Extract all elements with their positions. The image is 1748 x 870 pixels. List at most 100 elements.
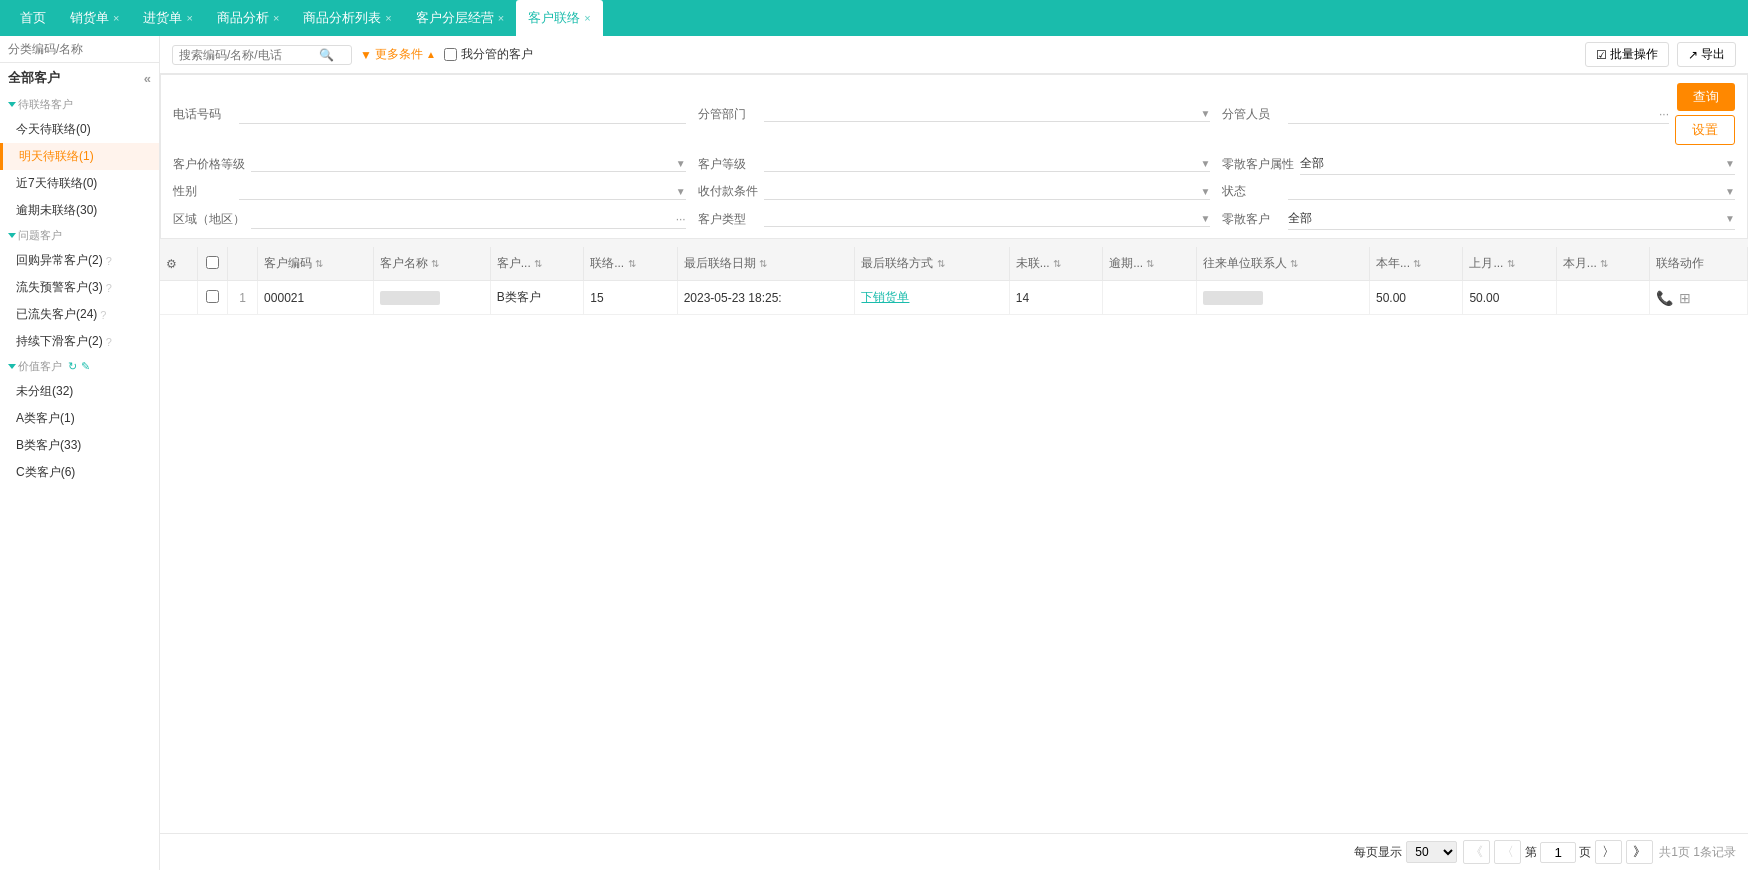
sidebar-problem-section: 问题客户 xyxy=(0,224,159,247)
sidebar-value-section: 价值客户 ↻ ✎ xyxy=(0,355,159,378)
next-page-btn[interactable]: 〉 xyxy=(1595,840,1622,864)
nav-customer-contact[interactable]: 客户联络 × xyxy=(516,0,602,36)
col-last-month[interactable]: 上月... ⇅ xyxy=(1463,247,1556,281)
sidebar-item-lost[interactable]: 流失预警客户(3) ? xyxy=(0,274,159,301)
sidebar-item-today[interactable]: 今天待联络(0) xyxy=(0,116,159,143)
sidebar-item-overdue[interactable]: 逾期未联络(30) xyxy=(0,197,159,224)
phone-input[interactable] xyxy=(239,105,686,124)
my-customers-checkbox-wrap[interactable]: 我分管的客户 xyxy=(444,46,533,63)
nav-close-customer-contact[interactable]: × xyxy=(584,0,590,36)
last-method-sort-icon: ⇅ xyxy=(937,258,945,269)
row-last-month-cell: 50.00 xyxy=(1463,281,1556,315)
nav-customer-segment[interactable]: 客户分层经营 × xyxy=(404,0,516,36)
per-page-select[interactable]: 50 100 200 xyxy=(1406,841,1457,863)
lost-actual-help-icon[interactable]: ? xyxy=(100,309,106,321)
sidebar-item-repurchase[interactable]: 回购异常客户(2) ? xyxy=(0,247,159,274)
col-last-method[interactable]: 最后联络方式 ⇅ xyxy=(855,247,1009,281)
prev-page-btn[interactable]: 〈 xyxy=(1494,840,1521,864)
sidebar-item-week[interactable]: 近7天待联络(0) xyxy=(0,170,159,197)
col-settings-icon[interactable]: ⚙ xyxy=(166,257,177,271)
col-this-year[interactable]: 本年... ⇅ xyxy=(1369,247,1462,281)
lost-help-icon[interactable]: ? xyxy=(106,282,112,294)
phone-action-icon[interactable]: 📞 xyxy=(1656,290,1673,306)
grid-action-icon[interactable]: ⊞ xyxy=(1679,290,1691,306)
col-contacts[interactable]: 往来单位联系人 ⇅ xyxy=(1196,247,1369,281)
last-method-link[interactable]: 下销货单 xyxy=(861,290,909,304)
data-table-wrap: ⚙ 客户编码 ⇅ 客户名称 ⇅ xyxy=(160,247,1748,833)
row-checkbox-cell[interactable] xyxy=(198,281,228,315)
price-level-select[interactable]: ▼ xyxy=(251,156,686,172)
nav-close-customer-segment[interactable]: × xyxy=(498,0,504,36)
query-button[interactable]: 查询 xyxy=(1677,83,1735,111)
main-search-input[interactable] xyxy=(179,48,319,62)
page-num-input[interactable] xyxy=(1540,842,1576,863)
retail-customer-select[interactable]: 全部 ▼ xyxy=(1288,208,1735,230)
customer-level-select[interactable]: ▼ xyxy=(764,156,1211,172)
person-dots-icon: ··· xyxy=(1659,107,1669,121)
sidebar-search-input[interactable] xyxy=(8,42,158,56)
first-page-btn[interactable]: 《 xyxy=(1463,840,1490,864)
sidebar-item-declining[interactable]: 持续下滑客户(2) ? xyxy=(0,328,159,355)
nav-goods-list[interactable]: 商品分析列表 × xyxy=(291,0,403,36)
row-checkbox[interactable] xyxy=(206,290,219,303)
row-type-cell: B类客户 xyxy=(490,281,583,315)
nav-close-goods-list[interactable]: × xyxy=(385,0,391,36)
sidebar-item-b-class[interactable]: B类客户(33) xyxy=(0,432,159,459)
nav-close-sales[interactable]: × xyxy=(113,0,119,36)
export-button[interactable]: ↗ 导出 xyxy=(1677,42,1736,67)
col-uncontacted[interactable]: 未联... ⇅ xyxy=(1009,247,1102,281)
select-all-checkbox[interactable] xyxy=(206,256,219,269)
retail-customer-arrow-icon: ▼ xyxy=(1725,213,1735,224)
row-name-cell xyxy=(373,281,490,315)
sidebar-item-c-class[interactable]: C类客户(6) xyxy=(0,459,159,486)
sidebar-collapse-icon: « xyxy=(144,71,151,86)
col-this-month[interactable]: 本月... ⇅ xyxy=(1556,247,1649,281)
col-name[interactable]: 客户名称 ⇅ xyxy=(373,247,490,281)
sidebar-item-tomorrow[interactable]: 明天待联络(1) xyxy=(0,143,159,170)
col-type[interactable]: 客户... ⇅ xyxy=(490,247,583,281)
person-select[interactable]: ··· xyxy=(1288,105,1669,124)
my-customers-checkbox[interactable] xyxy=(444,48,457,61)
last-page-btn[interactable]: 》 xyxy=(1626,840,1653,864)
sidebar-item-lost-actual[interactable]: 已流失客户(24) ? xyxy=(0,301,159,328)
total-info: 共1页 1条记录 xyxy=(1659,844,1736,861)
value-edit-icon[interactable]: ✎ xyxy=(81,360,90,373)
customer-type-select[interactable]: ▼ xyxy=(764,211,1211,227)
col-checkbox[interactable] xyxy=(198,247,228,281)
setting-button[interactable]: 设置 xyxy=(1675,115,1735,145)
nav-close-purchase[interactable]: × xyxy=(186,0,192,36)
filter-bar: 🔍 ▼ 更多条件 ▲ 我分管的客户 ☑ 批量操作 ↗ 导出 xyxy=(160,36,1748,74)
status-arrow-icon: ▼ xyxy=(1725,186,1735,197)
per-page-wrap: 每页显示 50 100 200 xyxy=(1354,841,1457,863)
col-settings[interactable]: ⚙ xyxy=(160,247,198,281)
payment-select[interactable]: ▼ xyxy=(764,184,1211,200)
payment-arrow-icon: ▼ xyxy=(1200,186,1210,197)
main-search-icon[interactable]: 🔍 xyxy=(319,48,334,62)
col-overdue[interactable]: 逾期... ⇅ xyxy=(1103,247,1196,281)
nav-sales[interactable]: 销货单 × xyxy=(58,0,131,36)
retail-attr-select[interactable]: 全部 ▼ xyxy=(1300,153,1735,175)
col-code[interactable]: 客户编码 ⇅ xyxy=(258,247,374,281)
nav-home[interactable]: 首页 xyxy=(8,0,58,36)
col-last-date[interactable]: 最后联络日期 ⇅ xyxy=(677,247,855,281)
declining-help-icon[interactable]: ? xyxy=(106,336,112,348)
value-refresh-icon[interactable]: ↻ xyxy=(68,360,77,373)
dept-select[interactable]: ▼ xyxy=(764,106,1211,122)
filter-icon: ▼ xyxy=(360,48,372,62)
nav-purchase[interactable]: 进货单 × xyxy=(131,0,204,36)
sidebar-item-ungrouped[interactable]: 未分组(32) xyxy=(0,378,159,405)
batch-op-button[interactable]: ☑ 批量操作 xyxy=(1585,42,1669,67)
gender-select[interactable]: ▼ xyxy=(239,184,686,200)
uncontacted-sort-icon: ⇅ xyxy=(1053,258,1061,269)
col-contact[interactable]: 联络... ⇅ xyxy=(584,247,677,281)
more-conditions-btn[interactable]: ▼ 更多条件 ▲ xyxy=(360,46,436,63)
sidebar-item-a-class[interactable]: A类客户(1) xyxy=(0,405,159,432)
nav-goods-analysis[interactable]: 商品分析 × xyxy=(205,0,291,36)
nav-close-goods-analysis[interactable]: × xyxy=(273,0,279,36)
filter-row-price-level: 客户价格等级 ▼ xyxy=(173,156,686,173)
status-select[interactable]: ▼ xyxy=(1288,184,1735,200)
region-select[interactable]: ··· xyxy=(251,210,686,229)
repurchase-help-icon[interactable]: ? xyxy=(106,255,112,267)
row-last-method-cell[interactable]: 下销货单 xyxy=(855,281,1009,315)
sidebar-all-customers[interactable]: 全部客户 « xyxy=(0,63,159,93)
